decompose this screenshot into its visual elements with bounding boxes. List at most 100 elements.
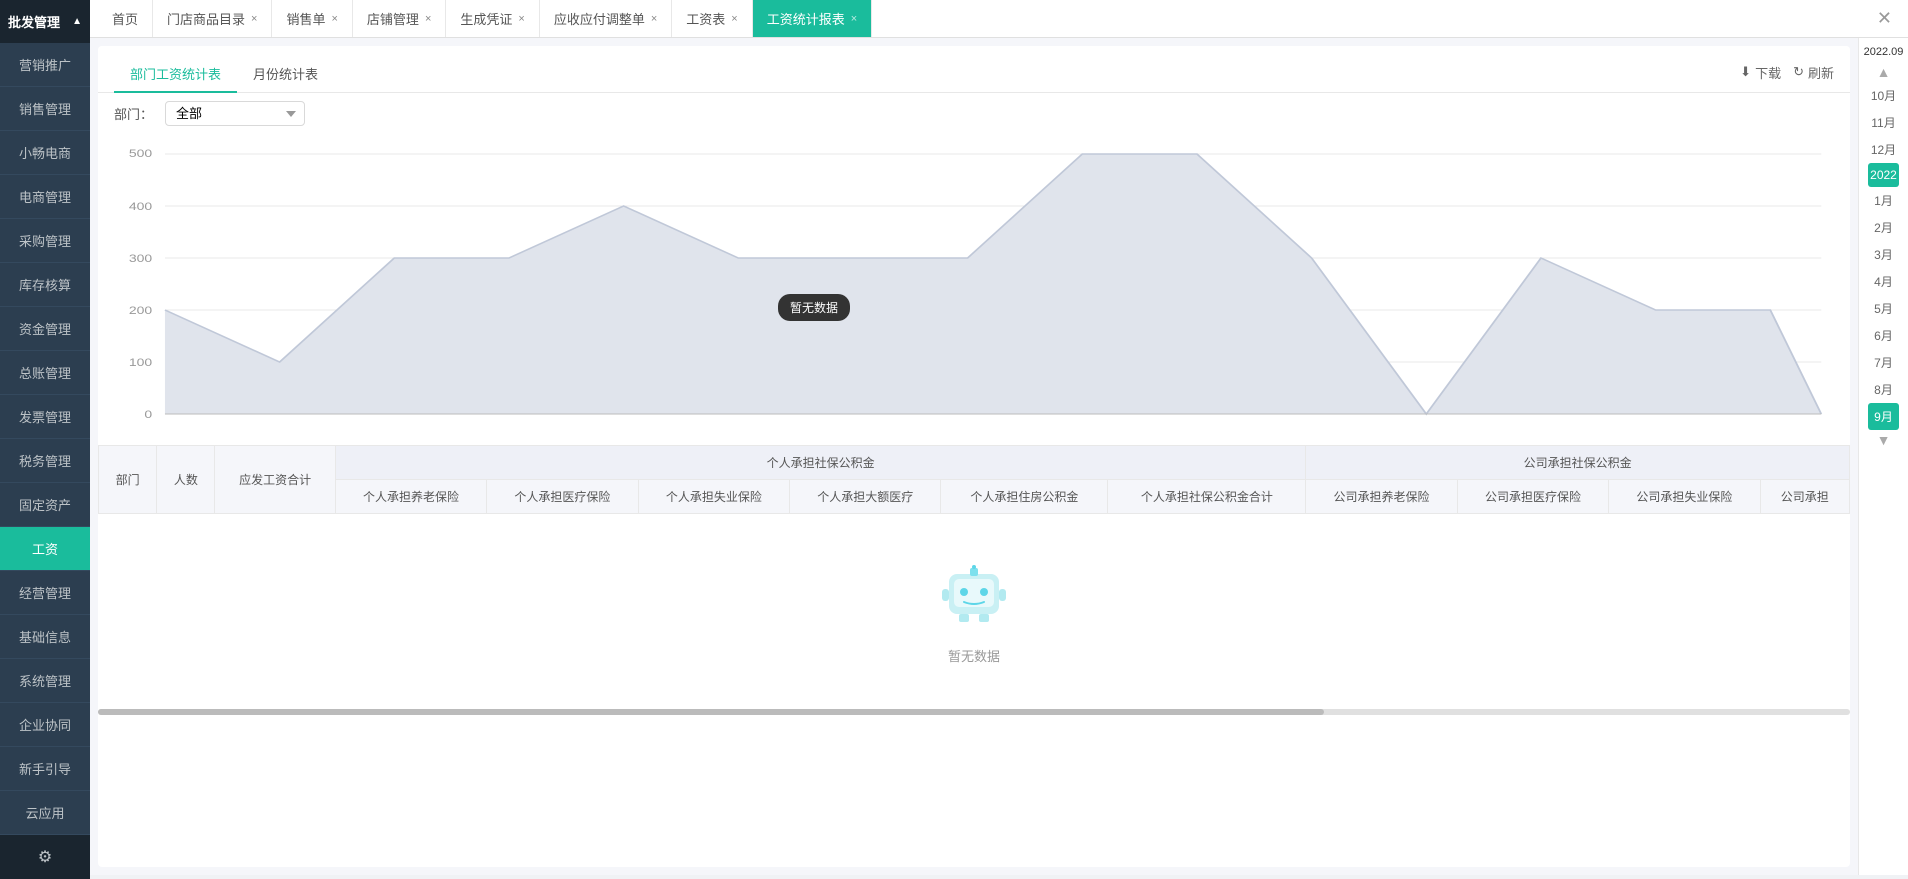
sidebar-item-采购管理[interactable]: 采购管理 bbox=[0, 219, 90, 263]
sidebar-item-系统管理[interactable]: 系统管理 bbox=[0, 659, 90, 703]
sidebar-item-企业协同[interactable]: 企业协同 bbox=[0, 703, 90, 747]
sidebar-item-营销推广[interactable]: 营销推广 bbox=[0, 43, 90, 87]
empty-text: 暂无数据 bbox=[948, 646, 1000, 665]
download-button[interactable]: ⬇ 下载 bbox=[1740, 63, 1781, 82]
tab-label: 应收应付调整单 bbox=[554, 9, 645, 28]
sidebar-title: 批发管理 bbox=[8, 12, 60, 31]
table-wrapper[interactable]: 部门 人数 应发工资合计 个人承担社保公积金 公司承担社保公积金 个人承担养老保… bbox=[98, 445, 1850, 867]
sidebar-item-总账管理[interactable]: 总账管理 bbox=[0, 351, 90, 395]
sidebar-item-云应用[interactable]: 云应用 bbox=[0, 791, 90, 835]
timeline-item-1月[interactable]: 1月 bbox=[1868, 187, 1899, 214]
sub-tab-month[interactable]: 月份统计表 bbox=[237, 56, 334, 93]
svg-text:200: 200 bbox=[129, 304, 152, 316]
close-all-tabs-button[interactable]: ✕ bbox=[1869, 4, 1900, 33]
sidebar-item-销售管理[interactable]: 销售管理 bbox=[0, 87, 90, 131]
tab-生成凭证[interactable]: 生成凭证 × bbox=[446, 0, 539, 38]
empty-state: 暂无数据 bbox=[99, 514, 1850, 705]
svg-text:500: 500 bbox=[129, 147, 152, 159]
sidebar-item-税务管理[interactable]: 税务管理 bbox=[0, 439, 90, 483]
timeline-item-11月[interactable]: 11月 bbox=[1868, 109, 1899, 136]
tab-close-button[interactable]: × bbox=[331, 13, 337, 25]
sidebar-item-固定资产[interactable]: 固定资产 bbox=[0, 483, 90, 527]
timeline-item-9月[interactable]: 9月 bbox=[1868, 403, 1899, 430]
tab-close-button[interactable]: × bbox=[425, 13, 431, 25]
tab-label: 门店商品目录 bbox=[167, 9, 245, 28]
download-icon: ⬇ bbox=[1740, 64, 1751, 80]
sidebar-item-库存核算[interactable]: 库存核算 bbox=[0, 263, 90, 307]
sidebar-item-电商管理[interactable]: 电商管理 bbox=[0, 175, 90, 219]
tab-首页[interactable]: 首页 bbox=[98, 0, 153, 38]
timeline-item-10月[interactable]: 10月 bbox=[1868, 82, 1899, 109]
col-personal-unemployment: 个人承担失业保险 bbox=[638, 480, 789, 514]
tabs-container: 首页门店商品目录×销售单×店铺管理×生成凭证×应收应付调整单×工资表×工资统计报… bbox=[98, 0, 872, 38]
tab-门店商品目录[interactable]: 门店商品目录 × bbox=[153, 0, 272, 38]
timeline-item-8月[interactable]: 8月 bbox=[1868, 376, 1899, 403]
tab-close-button[interactable]: × bbox=[251, 13, 257, 25]
close-all-icon: ✕ bbox=[1877, 8, 1892, 29]
col-total-salary: 应发工资合计 bbox=[215, 446, 335, 514]
timeline-item-12月[interactable]: 12月 bbox=[1868, 136, 1899, 163]
sidebar-settings-button[interactable]: ⚙ bbox=[0, 835, 90, 879]
timeline-item-5月[interactable]: 5月 bbox=[1868, 295, 1899, 322]
main-area: 首页门店商品目录×销售单×店铺管理×生成凭证×应收应付调整单×工资表×工资统计报… bbox=[90, 0, 1908, 875]
sub-tab-department[interactable]: 部门工资统计表 bbox=[114, 56, 237, 93]
timeline-item-2月[interactable]: 2月 bbox=[1868, 214, 1899, 241]
filter-row: 部门： 全部 bbox=[98, 93, 1850, 134]
tab-label: 店铺管理 bbox=[367, 9, 419, 28]
col-personal-housing: 个人承担住房公积金 bbox=[941, 480, 1108, 514]
svg-text:400: 400 bbox=[129, 200, 152, 212]
tab-close-button[interactable]: × bbox=[851, 13, 857, 25]
empty-icon bbox=[934, 554, 1014, 634]
tab-店铺管理[interactable]: 店铺管理 × bbox=[353, 0, 446, 38]
sidebar-item-小畅电商[interactable]: 小畅电商 bbox=[0, 131, 90, 175]
timeline-down-arrow[interactable]: ▼ bbox=[1875, 430, 1893, 450]
page-content: 部门工资统计表 月份统计表 ⬇ 下载 ↻ 刷新 部门： bbox=[90, 38, 1908, 875]
tab-应收应付调整单[interactable]: 应收应付调整单 × bbox=[540, 0, 672, 38]
tab-label: 首页 bbox=[112, 9, 138, 28]
timeline-up-arrow[interactable]: ▲ bbox=[1875, 62, 1893, 82]
timeline-item-4月[interactable]: 4月 bbox=[1868, 268, 1899, 295]
col-company-social: 公司承担社保公积金 bbox=[1306, 446, 1850, 480]
sidebar-collapse-icon: ▲ bbox=[72, 16, 82, 27]
svg-text:100: 100 bbox=[129, 356, 152, 368]
tab-销售单[interactable]: 销售单× bbox=[272, 0, 352, 38]
sidebar-item-工资[interactable]: 工资 bbox=[0, 527, 90, 571]
tab-close-button[interactable]: × bbox=[518, 13, 524, 25]
inner-content: 部门工资统计表 月份统计表 ⬇ 下载 ↻ 刷新 部门： bbox=[98, 46, 1850, 867]
tab-label: 生成凭证 bbox=[460, 9, 512, 28]
refresh-button[interactable]: ↻ 刷新 bbox=[1793, 63, 1834, 82]
right-timeline: 2022.09 ▲ 10月11月12月20221月2月3月4月5月6月7月8月9… bbox=[1858, 38, 1908, 875]
tab-label: 工资统计报表 bbox=[767, 9, 845, 28]
timeline-items: 10月11月12月20221月2月3月4月5月6月7月8月9月 bbox=[1868, 82, 1899, 430]
dept-filter-select[interactable]: 全部 bbox=[165, 101, 305, 126]
tab-bar: 首页门店商品目录×销售单×店铺管理×生成凭证×应收应付调整单×工资表×工资统计报… bbox=[90, 0, 1908, 38]
col-personal-medical: 个人承担医疗保险 bbox=[487, 480, 638, 514]
sidebar-items: 营销推广销售管理小畅电商电商管理采购管理库存核算资金管理总账管理发票管理税务管理… bbox=[0, 43, 90, 835]
salary-table: 部门 人数 应发工资合计 个人承担社保公积金 公司承担社保公积金 个人承担养老保… bbox=[98, 445, 1850, 705]
refresh-icon: ↻ bbox=[1793, 64, 1804, 80]
salary-chart: 500 400 300 200 100 0 bbox=[114, 142, 1834, 442]
settings-icon: ⚙ bbox=[38, 849, 52, 866]
col-personal-social: 个人承担社保公积金 bbox=[335, 446, 1306, 480]
sidebar-item-基础信息[interactable]: 基础信息 bbox=[0, 615, 90, 659]
timeline-item-6月[interactable]: 6月 bbox=[1868, 322, 1899, 349]
sub-tabs: 部门工资统计表 月份统计表 ⬇ 下载 ↻ 刷新 bbox=[98, 46, 1850, 93]
tab-工资表[interactable]: 工资表× bbox=[672, 0, 752, 38]
sidebar-item-新手引导[interactable]: 新手引导 bbox=[0, 747, 90, 791]
empty-row: 暂无数据 bbox=[99, 514, 1850, 706]
sidebar-item-资金管理[interactable]: 资金管理 bbox=[0, 307, 90, 351]
col-headcount: 人数 bbox=[157, 446, 215, 514]
col-company-other: 公司承担 bbox=[1760, 480, 1849, 514]
col-personal-total: 个人承担社保公积金合计 bbox=[1108, 480, 1306, 514]
sidebar-header[interactable]: 批发管理 ▲ bbox=[0, 0, 90, 43]
col-company-unemployment: 公司承担失业保险 bbox=[1609, 480, 1760, 514]
tab-工资统计报表[interactable]: 工资统计报表 × bbox=[753, 0, 872, 38]
timeline-item-3月[interactable]: 3月 bbox=[1868, 241, 1899, 268]
dept-filter-label: 部门： bbox=[114, 104, 153, 123]
tab-close-button[interactable]: × bbox=[651, 13, 657, 25]
sidebar-item-发票管理[interactable]: 发票管理 bbox=[0, 395, 90, 439]
tab-close-button[interactable]: × bbox=[731, 13, 737, 25]
timeline-item-2022[interactable]: 2022 bbox=[1868, 163, 1899, 187]
sidebar-item-经营管理[interactable]: 经营管理 bbox=[0, 571, 90, 615]
timeline-item-7月[interactable]: 7月 bbox=[1868, 349, 1899, 376]
